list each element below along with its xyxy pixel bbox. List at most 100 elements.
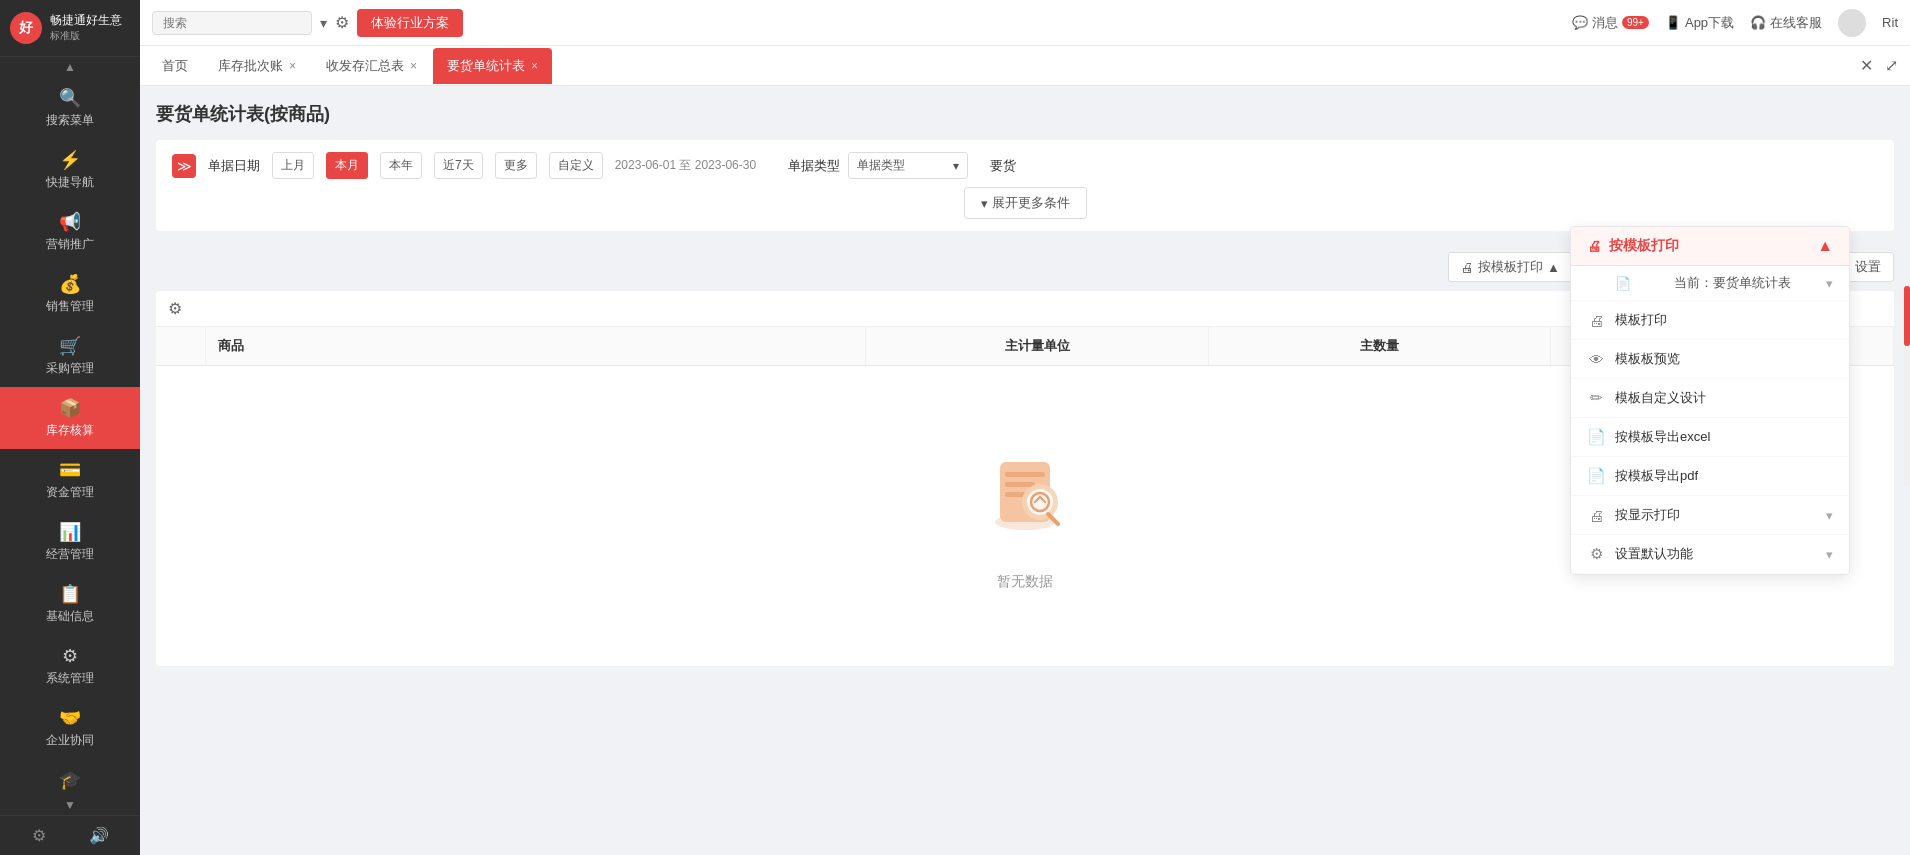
- tab-collection-summary[interactable]: 收发存汇总表 ×: [312, 48, 431, 84]
- order-type-filter: 单据类型 单据类型 ▾: [788, 152, 968, 179]
- print-template-excel-item[interactable]: 📄 按模板导出excel: [1571, 418, 1849, 457]
- sidebar-item-search[interactable]: 🔍 搜索菜单: [0, 77, 140, 139]
- tab-order-summary[interactable]: 要货单统计表 ×: [433, 48, 552, 84]
- date-btn-last-month[interactable]: 上月: [272, 152, 314, 179]
- topbar-dropdown-button[interactable]: ▾: [320, 15, 327, 31]
- sidebar-item-label: 搜索菜单: [46, 112, 94, 129]
- trial-button[interactable]: 体验行业方案: [357, 9, 463, 37]
- expand-more-button[interactable]: ▾ 展开更多条件: [964, 187, 1087, 219]
- sidebar-item-marketing[interactable]: 📢 营销推广: [0, 201, 140, 263]
- logo-icon: 好: [10, 12, 42, 44]
- print-template-button[interactable]: 🖨 按模板打印 ▲: [1448, 252, 1573, 282]
- customer-service-label: 在线客服: [1770, 14, 1822, 32]
- date-btn-custom[interactable]: 自定义: [549, 152, 603, 179]
- tab-batch-close-icon[interactable]: ×: [289, 59, 296, 73]
- display-print-icon: 🖨: [1587, 507, 1605, 524]
- tab-collection-label: 收发存汇总表: [326, 57, 404, 75]
- app-download-action[interactable]: 📱 App下载: [1665, 14, 1734, 32]
- date-btn-more[interactable]: 更多: [495, 152, 537, 179]
- print-chevron-up-icon: ▲: [1547, 260, 1560, 275]
- print-dropdown-header[interactable]: 🖨 按模板打印 ▲: [1571, 227, 1849, 266]
- topbar-actions: 💬 消息 99+ 📱 App下载 🎧 在线客服 Rit: [1572, 9, 1898, 37]
- date-btn-7days[interactable]: 近7天: [434, 152, 483, 179]
- newbie-icon: 🎓: [59, 769, 81, 791]
- sidebar-item-operation[interactable]: 📊 经营管理: [0, 511, 140, 573]
- print-template-custom-item[interactable]: ✏ 模板自定义设计: [1571, 379, 1849, 418]
- print-default-settings-group[interactable]: ⚙ 设置默认功能 ▾: [1571, 535, 1849, 574]
- sidebar-item-purchase[interactable]: 🛒 采购管理: [0, 325, 140, 387]
- print-display-print-group[interactable]: 🖨 按显示打印 ▾: [1571, 496, 1849, 535]
- tab-batch-account[interactable]: 库存批次账 ×: [204, 48, 310, 84]
- default-settings-label: 设置默认功能: [1615, 545, 1693, 563]
- empty-icon: [975, 442, 1075, 561]
- filter-expand-button[interactable]: ≫: [172, 154, 196, 178]
- message-action[interactable]: 💬 消息 99+: [1572, 14, 1649, 32]
- tabs-expand-button[interactable]: ⤢: [1881, 52, 1902, 79]
- tabs-right-actions: ✕ ⤢: [1856, 52, 1902, 79]
- sidebar: 好 畅捷通好生意 标准版 ▲ 🔍 搜索菜单 ⚡ 快捷导航 📢 营销推广 💰 销售…: [0, 0, 140, 855]
- order-type-select[interactable]: 单据类型 ▾: [848, 152, 968, 179]
- topbar-gear-icon[interactable]: ⚙: [335, 13, 349, 32]
- sidebar-item-system[interactable]: ⚙ 系统管理: [0, 635, 140, 697]
- topbar-search-input[interactable]: [152, 11, 312, 35]
- print-template-preview-item[interactable]: 👁 模板板预览: [1571, 340, 1849, 379]
- sidebar-item-finance[interactable]: 💳 资金管理: [0, 449, 140, 511]
- sidebar-item-label: 采购管理: [46, 360, 94, 377]
- print-dropdown-header-left: 🖨 按模板打印: [1587, 237, 1679, 255]
- print-template-print-item[interactable]: 🖨 模板打印: [1571, 301, 1849, 340]
- sidebar-scroll-up[interactable]: ▲: [0, 57, 140, 77]
- topbar: ▾ ⚙ 体验行业方案 💬 消息 99+ 📱 App下载 🎧 在线客服 Rit: [140, 0, 1910, 46]
- print-header-label: 按模板打印: [1609, 237, 1679, 255]
- right-scrollbar[interactable]: [1904, 286, 1910, 486]
- print-dropdown-chevron-icon: ▲: [1817, 237, 1833, 255]
- order-type-value: 单据类型: [857, 157, 905, 174]
- print-template-label: 按模板打印: [1478, 258, 1543, 276]
- th-unit: 主计量单位: [866, 327, 1209, 365]
- print-current-label: 当前：要货单统计表: [1674, 274, 1791, 292]
- sidebar-scroll-down[interactable]: ▼: [0, 795, 140, 815]
- message-label: 消息: [1592, 14, 1618, 32]
- yh-label: 要货: [990, 157, 1016, 175]
- date-btn-this-year[interactable]: 本年: [380, 152, 422, 179]
- sidebar-item-newbie[interactable]: 🎓 新手引导: [0, 759, 140, 795]
- scrollbar-thumb: [1904, 286, 1910, 346]
- print-doc-icon: 📄: [1615, 276, 1631, 291]
- sidebar-settings-icon[interactable]: ⚙: [32, 826, 46, 845]
- tab-order-close-icon[interactable]: ×: [531, 59, 538, 73]
- print-current-chevron-icon: ▾: [1826, 276, 1833, 291]
- tab-batch-label: 库存批次账: [218, 57, 283, 75]
- download-icon: 📱: [1665, 15, 1681, 30]
- sidebar-sound-icon[interactable]: 🔊: [89, 826, 109, 845]
- sidebar-item-sales[interactable]: 💰 销售管理: [0, 263, 140, 325]
- tab-collection-close-icon[interactable]: ×: [410, 59, 417, 73]
- sidebar-item-quicknav[interactable]: ⚡ 快捷导航: [0, 139, 140, 201]
- tab-home[interactable]: 首页: [148, 48, 202, 84]
- system-icon: ⚙: [62, 645, 78, 667]
- tab-order-label: 要货单统计表: [447, 57, 525, 75]
- sidebar-item-inventory[interactable]: 📦 库存核算: [0, 387, 140, 449]
- template-custom-icon: ✏: [1587, 389, 1605, 407]
- display-print-left: 🖨 按显示打印: [1587, 506, 1680, 524]
- print-current-template[interactable]: 📄 当前：要货单统计表 ▾: [1571, 266, 1849, 301]
- template-print-icon: 🖨: [1587, 312, 1605, 329]
- printer-icon: 🖨: [1461, 260, 1474, 275]
- username-label: Rit: [1882, 15, 1898, 30]
- sidebar-item-label: 销售管理: [46, 298, 94, 315]
- sidebar-item-basic[interactable]: 📋 基础信息: [0, 573, 140, 635]
- expand-more-row: ▾ 展开更多条件: [172, 187, 1878, 219]
- user-avatar[interactable]: [1838, 9, 1866, 37]
- table-settings-icon[interactable]: ⚙: [168, 299, 182, 318]
- operation-icon: 📊: [59, 521, 81, 543]
- main-area: ▾ ⚙ 体验行业方案 💬 消息 99+ 📱 App下载 🎧 在线客服 Rit 首…: [140, 0, 1910, 855]
- svg-rect-2: [1005, 472, 1045, 477]
- template-preview-icon: 👁: [1587, 351, 1605, 368]
- sidebar-item-label: 营销推广: [46, 236, 94, 253]
- template-excel-icon: 📄: [1587, 428, 1605, 446]
- date-btn-this-month[interactable]: 本月: [326, 152, 368, 179]
- sidebar-nav: 🔍 搜索菜单 ⚡ 快捷导航 📢 营销推广 💰 销售管理 🛒 采购管理 📦 库存核…: [0, 77, 140, 795]
- customer-service-action[interactable]: 🎧 在线客服: [1750, 14, 1822, 32]
- tabs-close-all-button[interactable]: ✕: [1856, 52, 1877, 79]
- sidebar-item-cooperation[interactable]: 🤝 企业协同: [0, 697, 140, 759]
- service-icon: 🎧: [1750, 15, 1766, 30]
- print-template-pdf-item[interactable]: 📄 按模板导出pdf: [1571, 457, 1849, 496]
